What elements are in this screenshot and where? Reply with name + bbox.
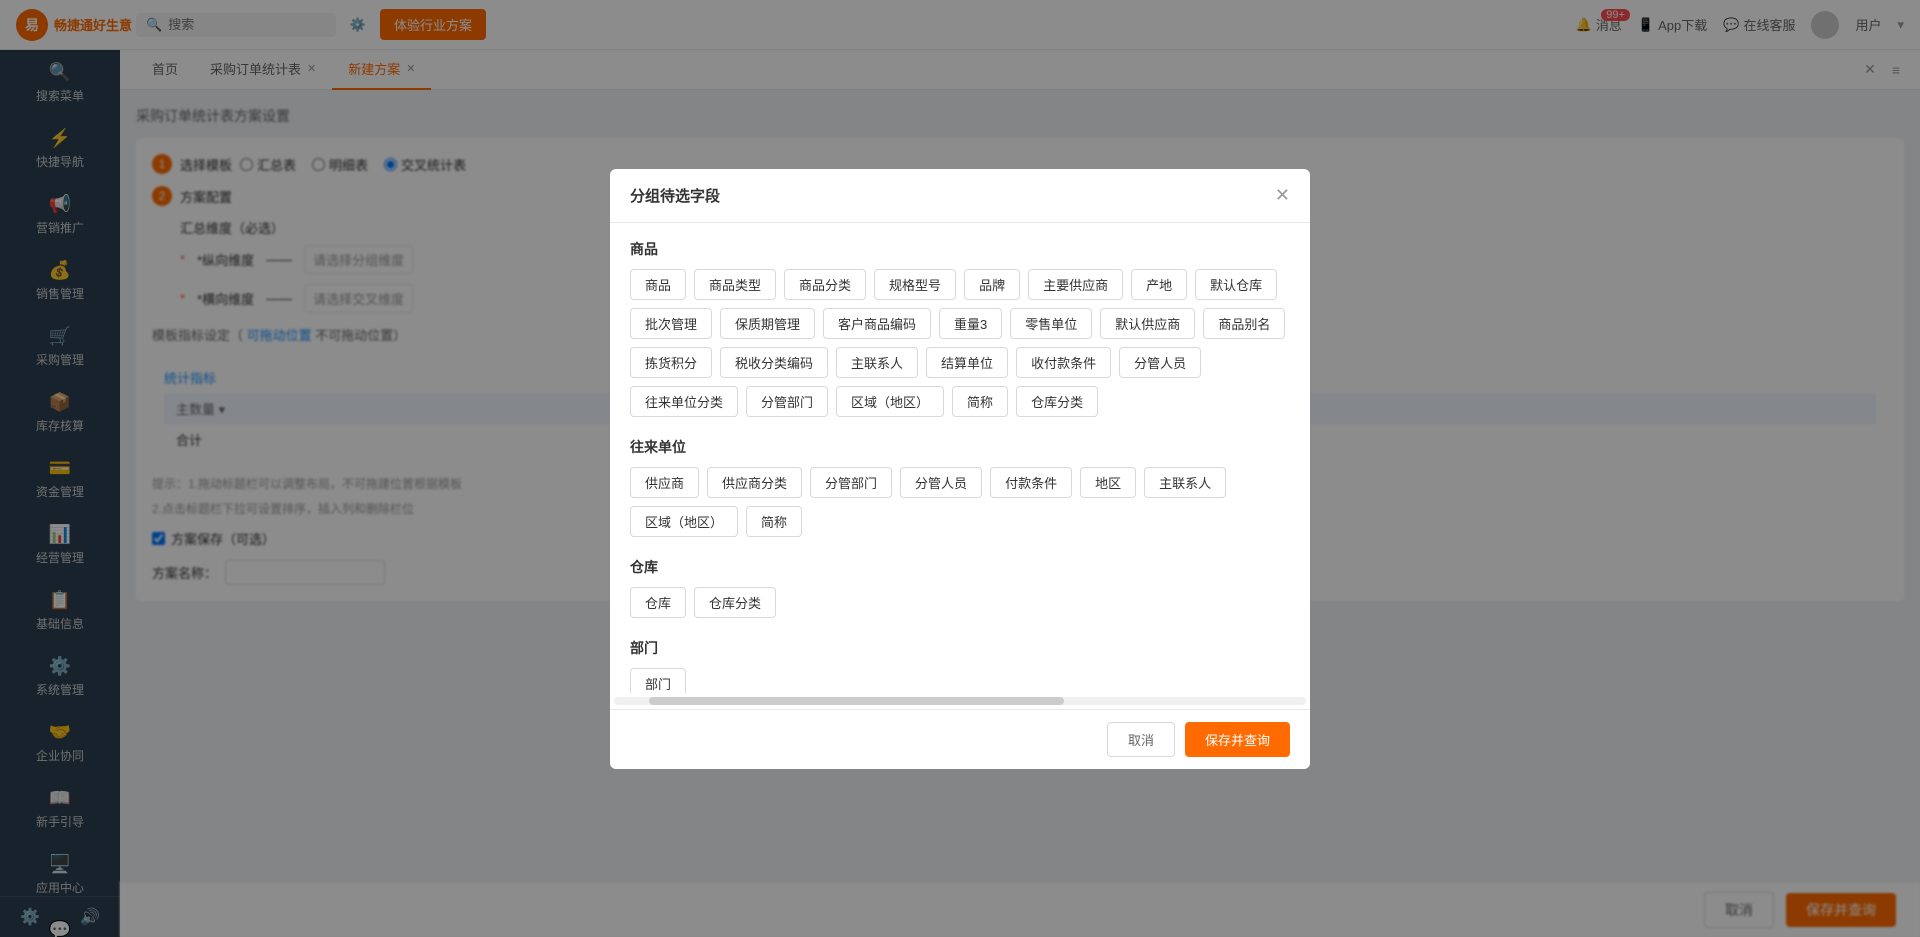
field-tag-1-3[interactable]: 分管人员 [900,467,982,498]
modal-section-0: 商品商品商品类型商品分类规格型号品牌主要供应商产地默认仓库批次管理保质期管理客户… [630,239,1290,417]
scrollbar-thumb [649,697,1064,705]
modal-section-3: 部门部门 [630,638,1290,693]
field-tag-2-0[interactable]: 仓库 [630,587,686,618]
field-tag-0-1[interactable]: 商品类型 [694,269,776,300]
modal-title: 分组待选字段 [630,185,720,206]
modal-section-tags-2: 仓库仓库分类 [630,587,1290,618]
field-tag-0-13[interactable]: 默认供应商 [1100,308,1195,339]
field-tag-1-8[interactable]: 简称 [746,506,802,537]
modal-overlay: 分组待选字段 ✕ 商品商品商品类型商品分类规格型号品牌主要供应商产地默认仓库批次… [0,0,1920,937]
field-tag-0-15[interactable]: 拣货积分 [630,347,712,378]
field-tag-1-7[interactable]: 区域（地区） [630,506,738,537]
field-tag-0-8[interactable]: 批次管理 [630,308,712,339]
horizontal-scrollbar[interactable] [614,697,1306,705]
modal-body: 商品商品商品类型商品分类规格型号品牌主要供应商产地默认仓库批次管理保质期管理客户… [610,223,1310,693]
field-tag-3-0[interactable]: 部门 [630,668,686,693]
modal-section-title-3: 部门 [630,638,1290,658]
modal-section-title-2: 仓库 [630,557,1290,577]
field-tag-0-11[interactable]: 重量3 [939,308,1002,339]
field-tag-0-5[interactable]: 主要供应商 [1028,269,1123,300]
field-tag-0-20[interactable]: 分管人员 [1119,347,1201,378]
modal-confirm-button[interactable]: 保存并查询 [1185,722,1290,757]
field-tag-0-22[interactable]: 分管部门 [746,386,828,417]
field-tag-0-0[interactable]: 商品 [630,269,686,300]
field-tag-0-14[interactable]: 商品别名 [1203,308,1285,339]
field-tag-1-1[interactable]: 供应商分类 [707,467,802,498]
field-tag-1-0[interactable]: 供应商 [630,467,699,498]
field-tag-1-2[interactable]: 分管部门 [810,467,892,498]
field-tag-0-4[interactable]: 品牌 [964,269,1020,300]
modal: 分组待选字段 ✕ 商品商品商品类型商品分类规格型号品牌主要供应商产地默认仓库批次… [610,169,1310,769]
field-tag-0-16[interactable]: 税收分类编码 [720,347,828,378]
field-tag-0-24[interactable]: 简称 [952,386,1008,417]
modal-section-tags-1: 供应商供应商分类分管部门分管人员付款条件地区主联系人区域（地区） 简称 [630,467,1290,537]
field-tag-0-25[interactable]: 仓库分类 [1016,386,1098,417]
modal-footer: 取消 保存并查询 [610,709,1310,769]
field-tag-2-1[interactable]: 仓库分类 [694,587,776,618]
field-tag-0-12[interactable]: 零售单位 [1010,308,1092,339]
modal-cancel-button[interactable]: 取消 [1107,722,1175,757]
field-tag-1-6[interactable]: 主联系人 [1144,467,1226,498]
modal-section-title-1: 往来单位 [630,437,1290,457]
field-tag-0-21[interactable]: 往来单位分类 [630,386,738,417]
field-tag-0-10[interactable]: 客户商品编码 [823,308,931,339]
scrollbar-area [610,693,1310,709]
field-tag-0-17[interactable]: 主联系人 [836,347,918,378]
field-tag-0-6[interactable]: 产地 [1131,269,1187,300]
field-tag-0-9[interactable]: 保质期管理 [720,308,815,339]
modal-section-tags-0: 商品商品类型商品分类规格型号品牌主要供应商产地默认仓库批次管理保质期管理客户商品… [630,269,1290,417]
modal-section-1: 往来单位供应商供应商分类分管部门分管人员付款条件地区主联系人区域（地区） 简称 [630,437,1290,537]
field-tag-0-7[interactable]: 默认仓库 [1195,269,1277,300]
field-tag-0-23[interactable]: 区域（地区） [836,386,944,417]
field-tag-0-3[interactable]: 规格型号 [874,269,956,300]
modal-close-icon[interactable]: ✕ [1275,185,1290,206]
field-tag-1-4[interactable]: 付款条件 [990,467,1072,498]
modal-header: 分组待选字段 ✕ [610,169,1310,223]
field-tag-1-5[interactable]: 地区 [1080,467,1136,498]
modal-section-tags-3: 部门 [630,668,1290,693]
field-tag-0-2[interactable]: 商品分类 [784,269,866,300]
field-tag-0-19[interactable]: 收付款条件 [1016,347,1111,378]
modal-section-title-0: 商品 [630,239,1290,259]
field-tag-0-18[interactable]: 结算单位 [926,347,1008,378]
modal-section-2: 仓库仓库仓库分类 [630,557,1290,618]
